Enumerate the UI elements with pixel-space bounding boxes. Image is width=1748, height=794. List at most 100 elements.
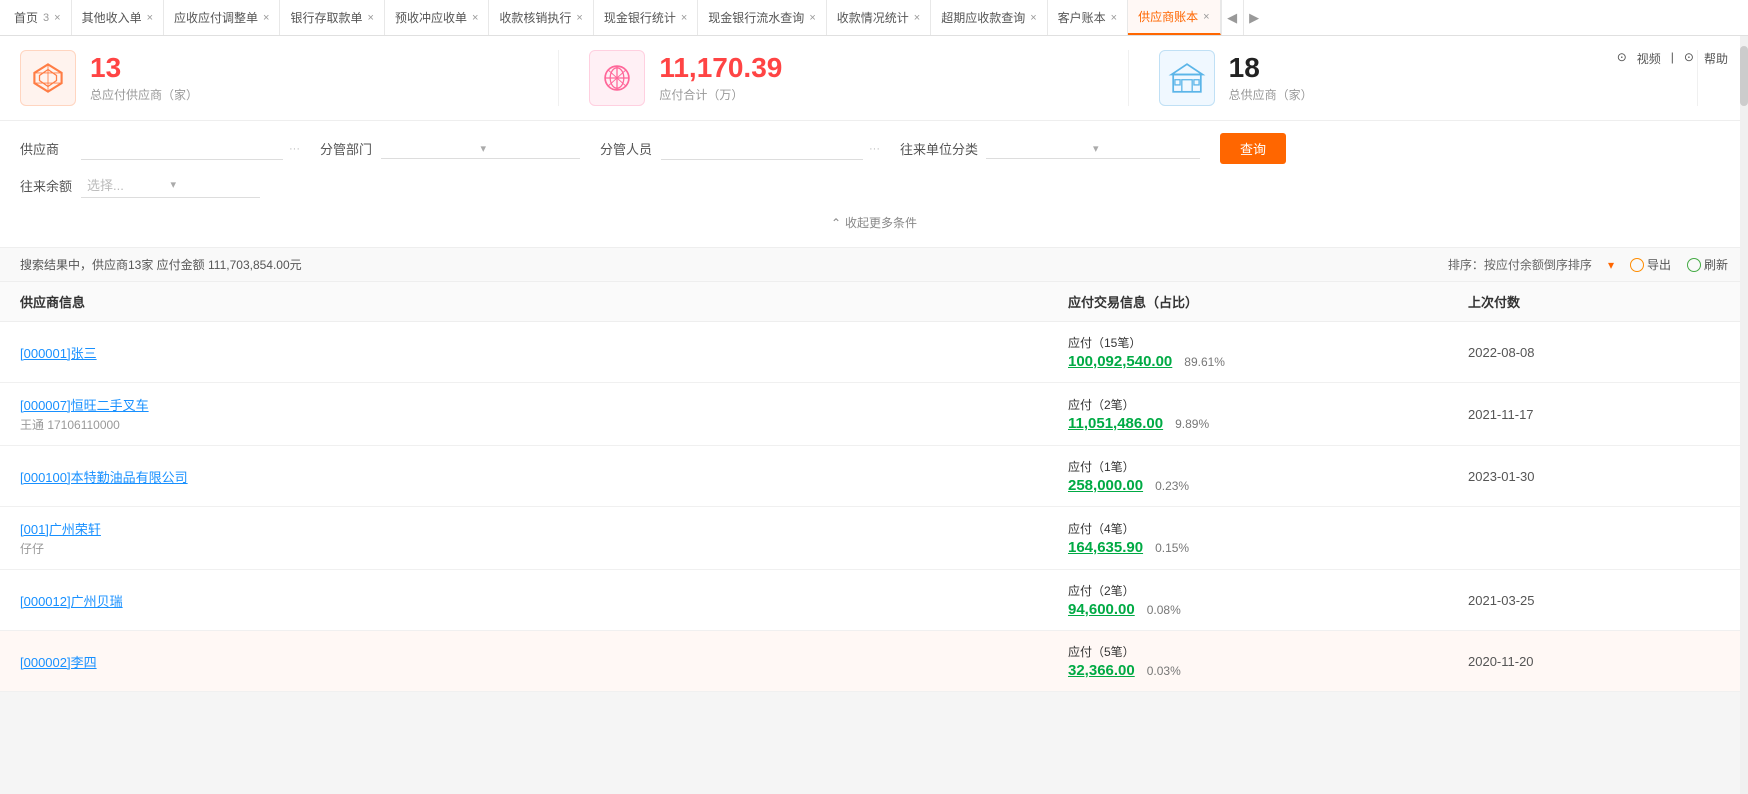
- tx-label-000001: 应付（15笔）: [1068, 334, 1468, 351]
- nav-tab-customer-account[interactable]: 客户账本 ×: [1048, 0, 1128, 35]
- scrollbar[interactable]: [1740, 36, 1748, 794]
- filter-row-1: 供应商 ··· 分管部门 ▾ 分管人员 ··· 往来单位分类 ▾ 查询: [20, 133, 1728, 164]
- payable-suppliers-label: 总应付供应商（家）: [90, 86, 198, 103]
- tx-info-cell: 应付（15笔） 100,092,540.00 89.61%: [1068, 334, 1468, 370]
- last-pay-cell-000001: 2022-08-08: [1468, 345, 1728, 360]
- top-navigation: 首页 3 × 其他收入单 × 应收应付调整单 × 银行存取款单 × 预收冲应收单…: [0, 0, 1748, 36]
- tx-pct-000100: 0.23%: [1155, 479, 1189, 493]
- nav-tab-receipt-stat[interactable]: 收款情况统计 ×: [827, 0, 931, 35]
- export-label: 导出: [1647, 256, 1671, 273]
- nav-tab-cash-bank-stat-close[interactable]: ×: [681, 12, 687, 24]
- balance-select[interactable]: 选择... ▾: [81, 172, 260, 198]
- supplier-info-cell: [001]广州荣轩 仔仔: [20, 519, 1068, 557]
- tx-pct-000002: 0.03%: [1147, 664, 1181, 678]
- dept-select[interactable]: ▾: [381, 139, 580, 159]
- tx-amount-000100[interactable]: 258,000.00: [1068, 477, 1143, 494]
- last-pay-cell-000012: 2021-03-25: [1468, 593, 1728, 608]
- nav-tab-prepay-offset[interactable]: 预收冲应收单 ×: [385, 0, 489, 35]
- nav-tab-other-income-close[interactable]: ×: [147, 12, 153, 24]
- export-button[interactable]: 导出: [1630, 256, 1671, 273]
- last-pay-date-000001: 2022-08-08: [1468, 345, 1535, 360]
- supplier-link-000007[interactable]: [000007]恒旺二手叉车: [20, 395, 1068, 414]
- nav-tab-receipt-verify-close[interactable]: ×: [576, 12, 582, 24]
- last-pay-date-000002: 2020-11-20: [1468, 654, 1534, 669]
- top-right-links: ⊙ 视频 | ⊙ 帮助: [1617, 50, 1728, 67]
- person-dots: ···: [869, 143, 880, 155]
- nav-tab-bank-deposit-close[interactable]: ×: [368, 12, 374, 24]
- collapse-up-icon: ⌃: [831, 216, 841, 230]
- person-filter: 分管人员 ···: [600, 138, 880, 160]
- scrollbar-thumb[interactable]: [1740, 46, 1748, 106]
- refresh-button[interactable]: 刷新: [1687, 256, 1728, 273]
- tx-amount-000012[interactable]: 94,600.00: [1068, 601, 1135, 618]
- supplier-filter-label: 供应商: [20, 139, 75, 158]
- tx-label-000100: 应付（1笔）: [1068, 458, 1468, 475]
- last-pay-cell-000002: 2020-11-20: [1468, 654, 1728, 669]
- nav-tab-cash-bank-query-close[interactable]: ×: [809, 12, 815, 24]
- tx-pct-000007: 9.89%: [1175, 417, 1209, 431]
- nav-next-arrow[interactable]: ▶: [1243, 0, 1265, 35]
- nav-tab-cash-bank-query[interactable]: 现金银行流水查询 ×: [698, 0, 826, 35]
- col-supplier-info: 供应商信息: [20, 292, 1068, 311]
- table-row: [000001]张三 应付（15笔） 100,092,540.00 89.61%…: [0, 322, 1748, 383]
- nav-tab-cash-bank-stat[interactable]: 现金银行统计 ×: [594, 0, 698, 35]
- supplier-info-cell: [000001]张三: [20, 343, 1068, 362]
- nav-tab-overdue-query[interactable]: 超期应收款查询 ×: [931, 0, 1047, 35]
- collapse-area: ⌃ 收起更多条件: [20, 206, 1728, 239]
- nav-tab-receipt-verify[interactable]: 收款核销执行 ×: [489, 0, 593, 35]
- nav-tab-home-close[interactable]: ×: [54, 12, 60, 24]
- nav-tab-bank-deposit[interactable]: 银行存取款单 ×: [280, 0, 384, 35]
- video-icon: ⊙: [1617, 50, 1627, 67]
- category-select[interactable]: ▾: [986, 139, 1200, 159]
- nav-tab-cash-bank-stat-label: 现金银行统计: [604, 9, 676, 26]
- total-suppliers-label: 总供应商（家）: [1229, 86, 1313, 103]
- nav-tab-home-number: 3: [43, 12, 49, 24]
- supplier-link-000012[interactable]: [000012]广州贝瑞: [20, 591, 1068, 610]
- nav-tab-other-income[interactable]: 其他收入单 ×: [72, 0, 164, 35]
- export-icon: [1630, 258, 1644, 272]
- sort-label[interactable]: 排序：按应付余额倒序排序: [1448, 256, 1592, 273]
- person-input[interactable]: [661, 138, 863, 160]
- supplier-link-000100[interactable]: [000100]本特勤油品有限公司: [20, 467, 1068, 486]
- search-button[interactable]: 查询: [1220, 133, 1286, 164]
- rice-icon: [589, 50, 645, 106]
- nav-tab-overdue-query-label: 超期应收款查询: [941, 9, 1025, 26]
- supplier-link-000002[interactable]: [000002]李四: [20, 652, 1068, 671]
- video-link[interactable]: 视频: [1637, 50, 1661, 67]
- tx-amount-000001[interactable]: 100,092,540.00: [1068, 353, 1172, 370]
- nav-tab-overdue-query-close[interactable]: ×: [1030, 12, 1036, 24]
- tx-amount-000007[interactable]: 11,051,486.00: [1068, 415, 1163, 432]
- nav-tab-supplier-account[interactable]: 供应商账本 ×: [1128, 0, 1220, 35]
- collapse-button[interactable]: ⌃ 收起更多条件: [20, 210, 1728, 235]
- supplier-link-001[interactable]: [001]广州荣轩: [20, 519, 1068, 538]
- result-right-actions: 排序：按应付余额倒序排序 ▾ 导出 刷新: [1448, 256, 1728, 273]
- collapse-label: 收起更多条件: [845, 214, 917, 231]
- supplier-info-cell: [000012]广州贝瑞: [20, 591, 1068, 610]
- nav-tab-other-income-label: 其他收入单: [82, 9, 142, 26]
- dept-filter: 分管部门 ▾: [320, 139, 580, 159]
- help-icon: ⊙: [1684, 50, 1694, 67]
- supplier-link-000001[interactable]: [000001]张三: [20, 343, 1068, 362]
- refresh-label: 刷新: [1704, 256, 1728, 273]
- nav-prev-arrow[interactable]: ◀: [1221, 0, 1243, 35]
- nav-tab-receipt-stat-close[interactable]: ×: [914, 12, 920, 24]
- nav-tab-home[interactable]: 首页 3 ×: [4, 0, 72, 35]
- tx-amount-001[interactable]: 164,635.90: [1068, 539, 1143, 556]
- table-row: [000100]本特勤油品有限公司 应付（1笔） 258,000.00 0.23…: [0, 446, 1748, 507]
- nav-tab-receipt-stat-label: 收款情况统计: [837, 9, 909, 26]
- supplier-info-cell: [000100]本特勤油品有限公司: [20, 467, 1068, 486]
- col-last-pay: 上次付数: [1468, 292, 1728, 311]
- nav-tab-customer-account-close[interactable]: ×: [1111, 12, 1117, 24]
- nav-tab-ar-ap-adjust-close[interactable]: ×: [263, 12, 269, 24]
- help-link[interactable]: 帮助: [1704, 50, 1728, 67]
- last-pay-date-000012: 2021-03-25: [1468, 593, 1535, 608]
- tx-pct-000012: 0.08%: [1147, 603, 1181, 617]
- nav-tab-supplier-account-close[interactable]: ×: [1203, 11, 1209, 23]
- tx-info-cell: 应付（4笔） 164,635.90 0.15%: [1068, 520, 1468, 556]
- supplier-input[interactable]: [81, 138, 283, 160]
- tx-info-cell: 应付（1笔） 258,000.00 0.23%: [1068, 458, 1468, 494]
- tx-amount-000002[interactable]: 32,366.00: [1068, 662, 1135, 679]
- supplier-info-cell: [000007]恒旺二手叉车 王通 17106110000: [20, 395, 1068, 433]
- nav-tab-ar-ap-adjust[interactable]: 应收应付调整单 ×: [164, 0, 280, 35]
- nav-tab-prepay-offset-close[interactable]: ×: [472, 12, 478, 24]
